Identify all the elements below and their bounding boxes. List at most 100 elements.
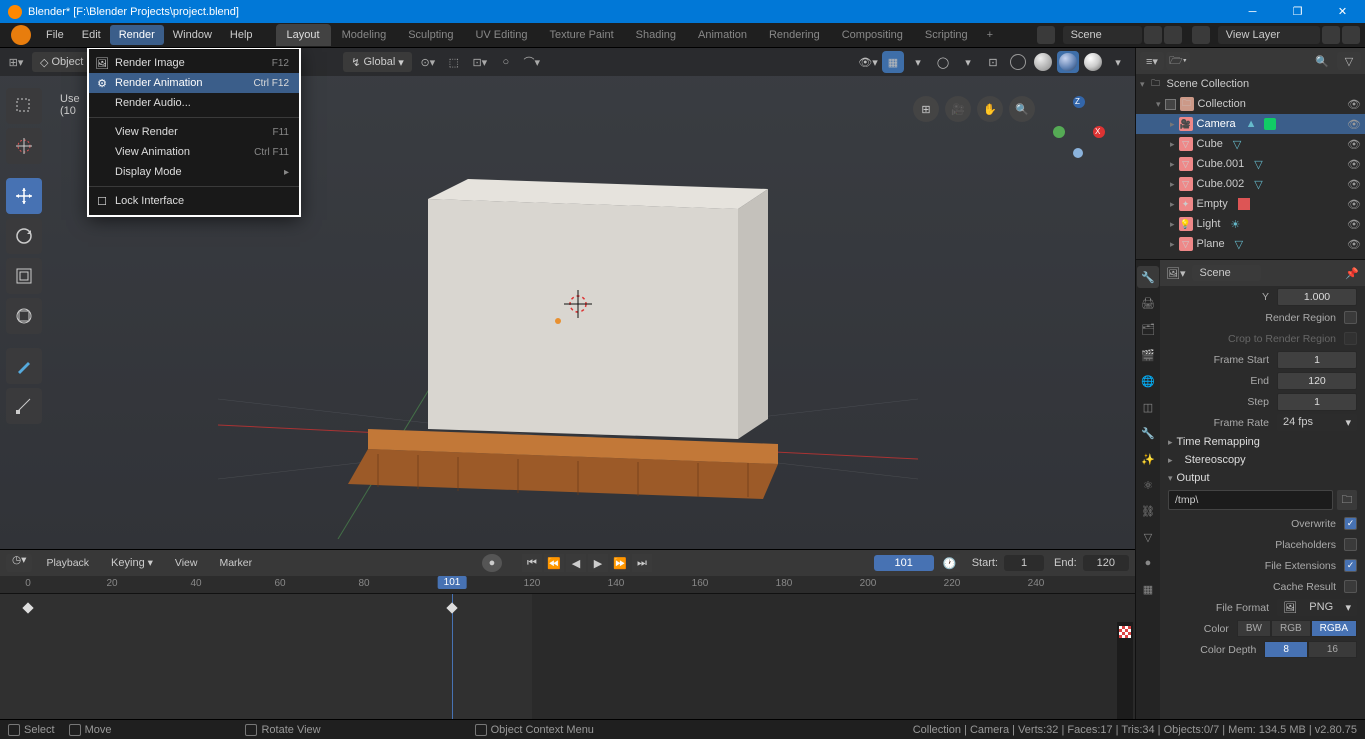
- menu-edit[interactable]: Edit: [73, 25, 110, 45]
- tab-render-props[interactable]: 🔧: [1137, 266, 1159, 288]
- maximize-button[interactable]: ❐: [1275, 0, 1320, 23]
- tab-constraint-props[interactable]: ⛓: [1137, 500, 1159, 522]
- tab-shading[interactable]: Shading: [625, 24, 687, 46]
- preview-range-button[interactable]: 🕐: [940, 554, 960, 572]
- tab-object-props[interactable]: ◫: [1137, 396, 1159, 418]
- nav-gizmo[interactable]: Z X: [1045, 93, 1115, 163]
- timeline-type-icon[interactable]: ◷▾: [6, 554, 32, 572]
- current-frame[interactable]: 101: [874, 555, 934, 571]
- snap-type-icon[interactable]: ⊡▾: [470, 52, 490, 72]
- pivot-icon[interactable]: ⊙▾: [418, 52, 438, 72]
- outliner-cube[interactable]: ▽Cube▽👁: [1136, 134, 1365, 154]
- eye-icon[interactable]: 👁: [1347, 158, 1361, 171]
- depth-8[interactable]: 8: [1264, 641, 1308, 658]
- tab-scene-props[interactable]: 🎬: [1137, 344, 1159, 366]
- proportional-type-icon[interactable]: ⌒▾: [522, 52, 542, 72]
- tl-marker[interactable]: Marker: [211, 557, 260, 569]
- tab-rendering[interactable]: Rendering: [758, 24, 831, 46]
- outliner-collection[interactable]: 🗀Collection👁: [1136, 94, 1365, 114]
- scale-tool[interactable]: [6, 258, 42, 294]
- depth-16[interactable]: 16: [1308, 641, 1357, 658]
- outliner-root[interactable]: 🗀Scene Collection: [1136, 74, 1365, 94]
- measure-tool[interactable]: [6, 388, 42, 424]
- cache-chk[interactable]: [1344, 580, 1357, 593]
- tab-animation[interactable]: Animation: [687, 24, 758, 46]
- viewlayer-selector[interactable]: View Layer: [1218, 26, 1320, 44]
- scene-del-icon[interactable]: [1164, 26, 1182, 44]
- tl-keying[interactable]: Keying ▾: [103, 557, 161, 569]
- keyframe-next-button[interactable]: ⏩: [610, 554, 630, 572]
- viewlayer-new-icon[interactable]: [1322, 26, 1340, 44]
- menu-display-mode[interactable]: Display Mode▸: [89, 162, 299, 182]
- menu-lock-interface[interactable]: ☐Lock Interface: [89, 191, 299, 211]
- tab-modeling[interactable]: Modeling: [331, 24, 398, 46]
- tl-view[interactable]: View: [167, 557, 206, 569]
- prop-frame-start[interactable]: 1: [1277, 351, 1357, 369]
- eye-icon[interactable]: 👁: [1347, 218, 1361, 231]
- frame-start[interactable]: 1: [1004, 555, 1044, 571]
- tab-world-props[interactable]: 🌐: [1137, 370, 1159, 392]
- timeline-ruler[interactable]: 0 20 40 60 80 100 101 120 140 160 180 20…: [0, 576, 1135, 594]
- operator-redo-panel[interactable]: Use (10: [60, 93, 80, 117]
- placeholders-chk[interactable]: [1344, 538, 1357, 551]
- props-type-icon[interactable]: 🖼▾: [1166, 267, 1186, 280]
- play-button[interactable]: ▶: [588, 554, 608, 572]
- gizmo-options-icon[interactable]: ▾: [907, 51, 929, 73]
- transform-tool[interactable]: [6, 298, 42, 334]
- eye-icon[interactable]: 👁: [1347, 238, 1361, 251]
- color-rgba[interactable]: RGBA: [1311, 620, 1357, 637]
- shading-render-icon[interactable]: [1082, 51, 1104, 73]
- color-rgb[interactable]: RGB: [1271, 620, 1311, 637]
- orientation-select[interactable]: ↯ Global ▾: [343, 52, 412, 72]
- outliner-cube002[interactable]: ▽Cube.002▽👁: [1136, 174, 1365, 194]
- prop-frame-end[interactable]: 120: [1277, 372, 1357, 390]
- move-tool[interactable]: [6, 178, 42, 214]
- viewlayer-browse-icon[interactable]: [1192, 26, 1210, 44]
- output-panel[interactable]: Output: [1160, 469, 1365, 487]
- prop-frame-step[interactable]: 1: [1277, 393, 1357, 411]
- pan-button[interactable]: ✋: [977, 96, 1003, 122]
- file-format-select[interactable]: 🖼 PNG▾: [1277, 599, 1357, 616]
- proportional-icon[interactable]: ○: [496, 52, 516, 72]
- play-rev-button[interactable]: ◀: [566, 554, 586, 572]
- jump-end-button[interactable]: ⏭: [632, 554, 652, 572]
- menu-window[interactable]: Window: [164, 25, 221, 45]
- xray-icon[interactable]: ⊡: [982, 51, 1004, 73]
- time-remapping-panel[interactable]: Time Remapping: [1160, 433, 1365, 451]
- rotate-tool[interactable]: [6, 218, 42, 254]
- menu-file[interactable]: File: [37, 25, 73, 45]
- outliner-empty[interactable]: ✦Empty👁: [1136, 194, 1365, 214]
- tab-layout[interactable]: Layout: [276, 24, 331, 46]
- select-box-tool[interactable]: [6, 88, 42, 124]
- close-button[interactable]: ✕: [1320, 0, 1365, 23]
- shading-options-icon[interactable]: ▾: [1107, 51, 1129, 73]
- cursor-tool[interactable]: [6, 128, 42, 164]
- mode-select[interactable]: ◇ Object: [32, 52, 91, 72]
- 3d-viewport[interactable]: ⊞▾ ◇ Object ↯ Global ▾ ⊙▾ ⬚ ⊡▾ ○ ⌒▾ 👁▾ ▦…: [0, 48, 1135, 549]
- autokey-button[interactable]: ●: [482, 554, 502, 572]
- timeline-summary-icon[interactable]: [1117, 622, 1133, 719]
- tab-modifier-props[interactable]: 🔧: [1137, 422, 1159, 444]
- aspect-y[interactable]: 1.000: [1277, 288, 1357, 306]
- tab-data-props[interactable]: ▽: [1137, 526, 1159, 548]
- overwrite-chk[interactable]: [1344, 517, 1357, 530]
- tab-compositing[interactable]: Compositing: [831, 24, 914, 46]
- tab-physics-props[interactable]: ⚛: [1137, 474, 1159, 496]
- visibility-icon[interactable]: 👁▾: [857, 51, 879, 73]
- zoom-mag-button[interactable]: 🔍: [1009, 96, 1035, 122]
- overlay-toggle[interactable]: ◯: [932, 51, 954, 73]
- outliner-type-icon[interactable]: ≡▾: [1140, 52, 1164, 70]
- eye-icon[interactable]: 👁: [1347, 98, 1361, 111]
- tl-playback[interactable]: Playback: [38, 557, 97, 569]
- tab-material-props[interactable]: ●: [1137, 552, 1159, 574]
- tab-particle-props[interactable]: ✨: [1137, 448, 1159, 470]
- tab-uv[interactable]: UV Editing: [464, 24, 538, 46]
- eye-icon[interactable]: 👁: [1347, 178, 1361, 191]
- keyframe-prev-button[interactable]: ⏪: [544, 554, 564, 572]
- output-path[interactable]: [1168, 490, 1333, 510]
- menu-render-image[interactable]: 🖼Render ImageF12: [89, 53, 299, 73]
- tab-texpaint[interactable]: Texture Paint: [538, 24, 624, 46]
- menu-render-audio[interactable]: Render Audio...: [89, 93, 299, 113]
- frame-end[interactable]: 120: [1083, 555, 1129, 571]
- outliner-light[interactable]: 💡Light☀👁: [1136, 214, 1365, 234]
